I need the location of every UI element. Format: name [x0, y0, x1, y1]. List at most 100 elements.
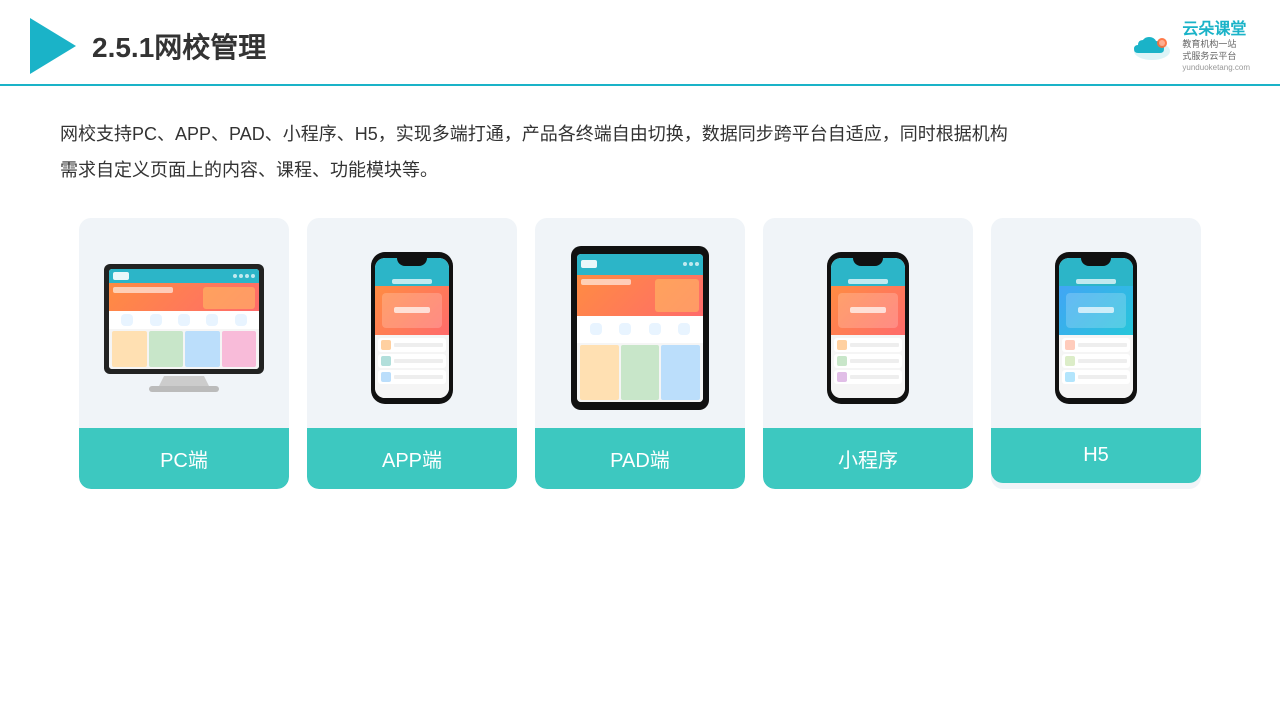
pad-nav-dot-1 — [683, 262, 687, 266]
app-banner-label — [394, 307, 430, 313]
app-list-thumb-2 — [381, 356, 391, 366]
pc-mini-card-1 — [112, 331, 147, 367]
pc-icons-row — [109, 311, 259, 329]
pad-header-logo — [581, 260, 597, 268]
mini-list-item-3 — [834, 370, 902, 384]
h5-phone-header-text — [1076, 279, 1116, 284]
app-phone-outer — [371, 252, 453, 404]
pad-mini-card-3 — [661, 345, 700, 400]
app-list-item-1 — [378, 338, 446, 352]
header-left: 2.5.1网校管理 — [30, 18, 266, 74]
mini-phone-outer — [827, 252, 909, 404]
pc-mini-card-3 — [185, 331, 220, 367]
h5-list-thumb-2 — [1065, 356, 1075, 366]
h5-banner-inner — [1066, 293, 1125, 327]
pad-icon-3 — [649, 323, 661, 335]
mini-phone-screen — [831, 258, 905, 398]
app-list-item-3 — [378, 370, 446, 384]
mini-list-item-1 — [834, 338, 902, 352]
pc-icon-4 — [206, 314, 218, 326]
app-phone-notch — [397, 258, 427, 266]
description-line1: 网校支持PC、APP、PAD、小程序、H5，实现多端打通，产品各终端自由切换，数… — [60, 116, 1220, 152]
pad-icons-row — [577, 316, 703, 343]
mini-list-item-2 — [834, 354, 902, 368]
app-phone-list — [375, 335, 449, 398]
h5-list-line-2 — [1078, 359, 1127, 363]
app-phone-header-text — [392, 279, 432, 284]
h5-list-item-1 — [1062, 338, 1130, 352]
card-h5: H5 — [991, 218, 1201, 489]
pad-tablet-screen — [577, 254, 703, 402]
mini-list-thumb-2 — [837, 356, 847, 366]
app-banner-inner — [382, 293, 441, 327]
mini-phone-banner — [831, 286, 905, 335]
monitor-stand — [159, 376, 209, 386]
card-mini: 小程序 — [763, 218, 973, 489]
mini-phone-content — [831, 258, 905, 398]
pc-header-logo — [113, 272, 129, 280]
app-list-thumb-3 — [381, 372, 391, 382]
brand-text: 云朵课堂 教育机构一站 式服务云平台 yunduoketang.com — [1182, 20, 1250, 72]
h5-list-line-3 — [1078, 375, 1127, 379]
h5-banner-label — [1078, 307, 1114, 313]
pad-icon-4 — [678, 323, 690, 335]
h5-phone-outer — [1055, 252, 1137, 404]
nav-dot-4 — [251, 274, 255, 278]
card-pad-label: PAD端 — [535, 428, 745, 489]
pc-icon-1 — [121, 314, 133, 326]
header-right: 云朵课堂 教育机构一站 式服务云平台 yunduoketang.com — [1130, 20, 1250, 72]
pad-banner-text — [581, 279, 631, 285]
app-list-thumb-1 — [381, 340, 391, 350]
card-pc-image — [79, 218, 289, 428]
pad-tablet-outer — [571, 246, 709, 410]
monitor-outer — [104, 264, 264, 374]
pad-nav-dot-3 — [695, 262, 699, 266]
h5-list-item-3 — [1062, 370, 1130, 384]
mini-list-line-3 — [850, 375, 899, 379]
app-phone-content — [375, 258, 449, 398]
card-h5-image — [991, 218, 1201, 428]
mini-banner-inner — [838, 293, 897, 327]
pc-icon-5 — [235, 314, 247, 326]
pad-nav-dot-2 — [689, 262, 693, 266]
pc-banner-text — [113, 287, 173, 293]
nav-dot-1 — [233, 274, 237, 278]
pc-banner-img — [203, 287, 256, 309]
pad-cards-row — [577, 343, 703, 402]
h5-list-thumb-1 — [1065, 340, 1075, 350]
card-pad-image — [535, 218, 745, 428]
card-app-image — [307, 218, 517, 428]
pc-cards-row — [109, 329, 259, 369]
pc-mini-card-4 — [222, 331, 257, 367]
monitor-screen — [109, 269, 259, 369]
pc-icon-3 — [178, 314, 190, 326]
pad-screen-content — [577, 254, 703, 402]
mini-list-thumb-1 — [837, 340, 847, 350]
brand-sub2: 式服务云平台 — [1182, 51, 1236, 63]
h5-phone-content — [1059, 258, 1133, 398]
page-title: 2.5.1网校管理 — [92, 26, 266, 66]
card-pc-label: PC端 — [79, 428, 289, 489]
mini-list-thumb-3 — [837, 372, 847, 382]
logo-triangle-icon — [30, 18, 76, 74]
app-phone-screen — [375, 258, 449, 398]
card-pc: PC端 — [79, 218, 289, 489]
card-mini-image — [763, 218, 973, 428]
mini-list-line-2 — [850, 359, 899, 363]
brand-logo — [1130, 31, 1174, 61]
pc-screen-content — [109, 269, 259, 369]
pad-banner-img — [655, 279, 699, 312]
h5-phone-banner — [1059, 286, 1133, 335]
card-app: APP端 — [307, 218, 517, 489]
mini-list-line-1 — [850, 343, 899, 347]
card-app-label: APP端 — [307, 428, 517, 489]
h5-phone-notch — [1081, 258, 1111, 266]
pc-mini-card-2 — [149, 331, 184, 367]
brand-sub1: 教育机构一站 — [1182, 39, 1236, 51]
h5-phone-screen — [1059, 258, 1133, 398]
h5-list-line-1 — [1078, 343, 1127, 347]
pc-icon-2 — [150, 314, 162, 326]
monitor-base — [149, 386, 219, 392]
pad-mini-card-1 — [580, 345, 619, 400]
nav-dot-2 — [239, 274, 243, 278]
